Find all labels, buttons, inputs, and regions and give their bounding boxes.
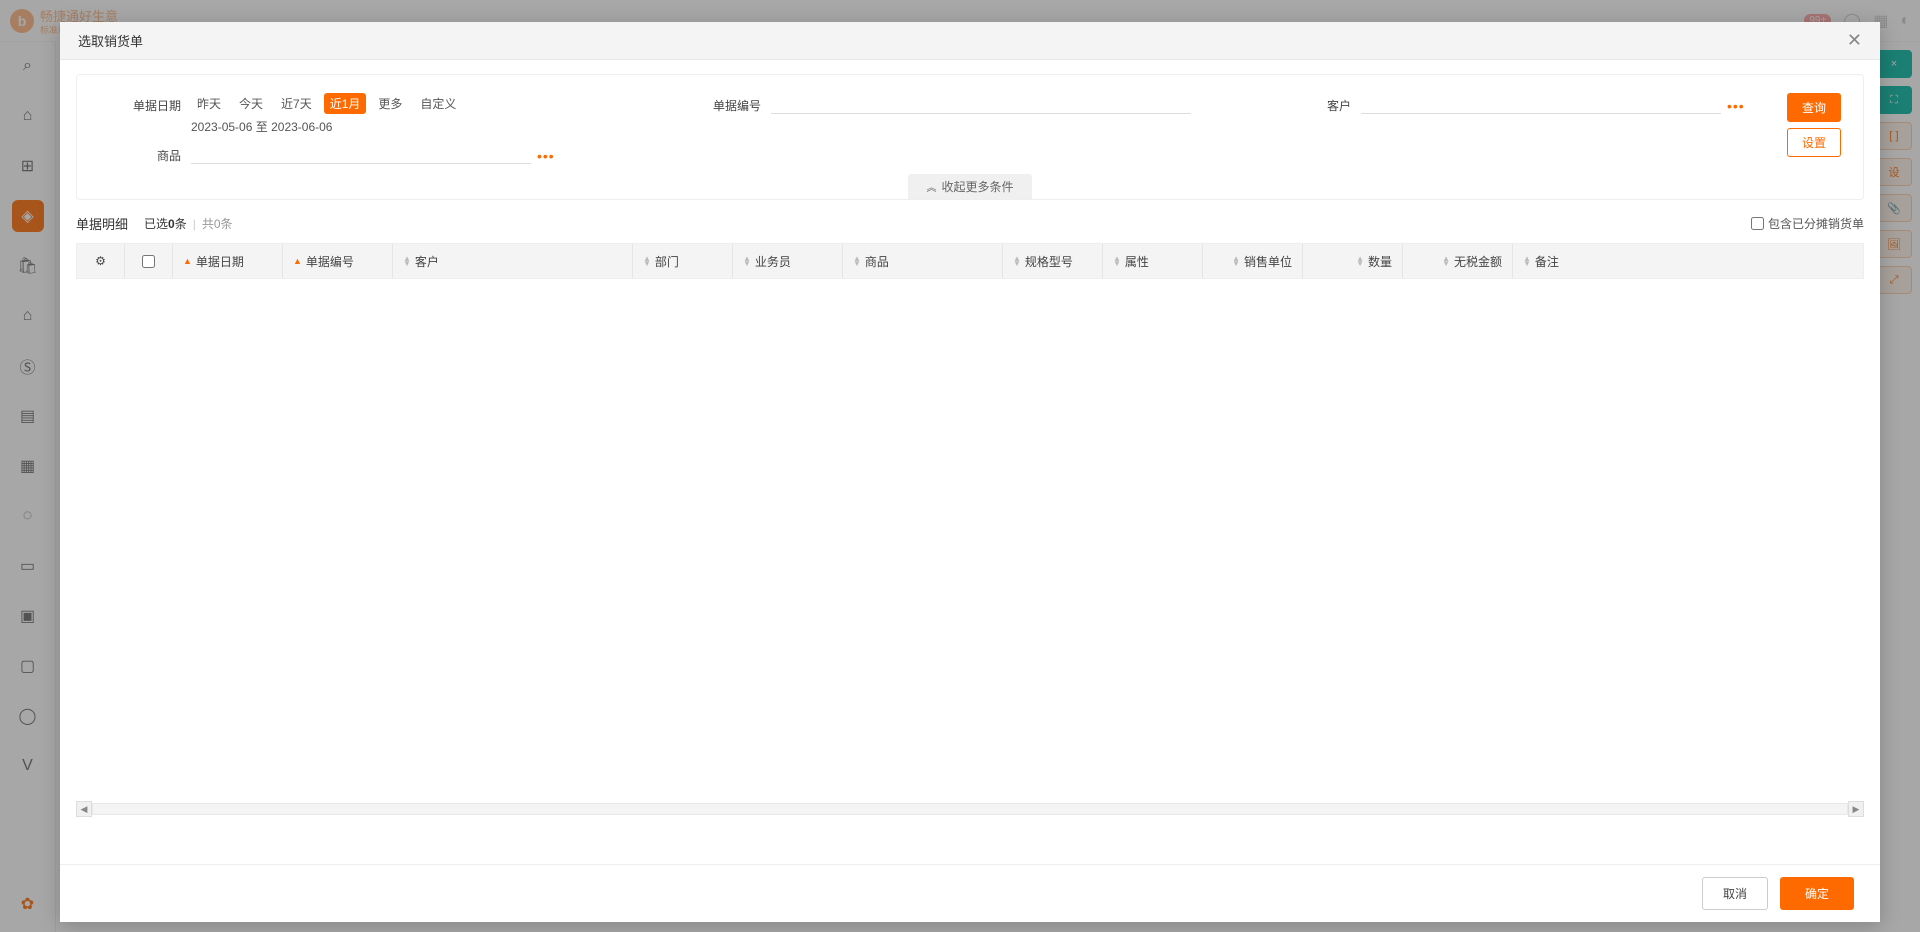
product-lookup-icon[interactable]: ••• <box>537 148 555 164</box>
col-label: 客户 <box>415 253 439 270</box>
col-header-11[interactable]: ▲▼ 备注 <box>1513 244 1853 278</box>
sep: | <box>193 217 196 231</box>
date-tab-yesterday[interactable]: 昨天 <box>191 93 227 114</box>
product-input[interactable] <box>191 143 531 164</box>
sort-icon: ▲▼ <box>643 256 651 266</box>
customer-label: 客户 <box>1273 93 1351 114</box>
sort-icon: ▲▼ <box>1232 256 1240 266</box>
scroll-right-icon[interactable]: ▶ <box>1848 801 1864 817</box>
cancel-button[interactable]: 取消 <box>1702 877 1768 910</box>
col-label: 属性 <box>1125 253 1149 270</box>
col-header-6[interactable]: ▲▼ 规格型号 <box>1003 244 1103 278</box>
col-label: 规格型号 <box>1025 253 1073 270</box>
col-label: 无税金额 <box>1454 253 1502 270</box>
sort-icon: ▲▼ <box>743 256 751 266</box>
col-header-4[interactable]: ▲▼ 业务员 <box>733 244 843 278</box>
col-label: 销售单位 <box>1244 253 1292 270</box>
include-split-label: 包含已分摊销货单 <box>1768 215 1864 232</box>
filter-panel: 单据日期 昨天 今天 近7天 近1月 更多 自定义 2023-05-06 至 <box>76 74 1864 200</box>
date-tab-custom[interactable]: 自定义 <box>414 93 462 114</box>
select-all-checkbox[interactable] <box>125 244 173 278</box>
modal-body: 单据日期 昨天 今天 近7天 近1月 更多 自定义 2023-05-06 至 <box>60 60 1880 864</box>
date-tab-today[interactable]: 今天 <box>233 93 269 114</box>
date-to: 2023-06-06 <box>271 120 332 134</box>
selected-count: 已选0条 <box>144 215 187 232</box>
col-header-2[interactable]: ▲▼ 客户 <box>393 244 633 278</box>
settings-button[interactable]: 设置 <box>1787 128 1841 157</box>
col-label: 部门 <box>655 253 679 270</box>
docno-label: 单据编号 <box>683 93 761 114</box>
sort-icon: ▲ <box>183 259 192 264</box>
total-count: 共0条 <box>202 215 233 232</box>
include-split-checkbox[interactable] <box>1751 217 1764 230</box>
product-label: 商品 <box>103 143 181 164</box>
sort-icon: ▲▼ <box>403 256 411 266</box>
col-header-7[interactable]: ▲▼ 属性 <box>1103 244 1203 278</box>
col-header-3[interactable]: ▲▼ 部门 <box>633 244 733 278</box>
query-button[interactable]: 查询 <box>1787 93 1841 122</box>
date-from: 2023-05-06 <box>191 120 252 134</box>
col-label: 业务员 <box>755 253 791 270</box>
collapse-more-filters[interactable]: ︽ 收起更多条件 <box>908 174 1031 199</box>
col-label: 单据编号 <box>306 253 354 270</box>
filter-actions: 查询 设置 <box>1787 93 1841 157</box>
date-tab-7days[interactable]: 近7天 <box>275 93 318 114</box>
sort-icon: ▲ <box>293 259 302 264</box>
customer-input[interactable] <box>1361 93 1721 114</box>
modal-header: 选取销货单 ✕ <box>60 22 1880 60</box>
column-settings-icon[interactable]: ⚙ <box>77 244 125 278</box>
col-header-10[interactable]: ▲▼ 无税金额 <box>1403 244 1513 278</box>
sort-icon: ▲▼ <box>1013 256 1021 266</box>
collapse-label: 收起更多条件 <box>941 178 1013 195</box>
detail-summary-bar: 单据明细 已选0条 | 共0条 包含已分摊销货单 <box>76 214 1864 233</box>
col-label: 备注 <box>1535 253 1559 270</box>
customer-lookup-icon[interactable]: ••• <box>1727 98 1745 114</box>
col-header-9[interactable]: ▲▼ 数量 <box>1303 244 1403 278</box>
detail-title: 单据明细 <box>76 214 128 233</box>
col-label: 商品 <box>865 253 889 270</box>
modal-footer: 取消 确定 <box>60 864 1880 922</box>
col-header-0[interactable]: ▲ 单据日期 <box>173 244 283 278</box>
scroll-track[interactable] <box>92 803 1848 815</box>
table-header: ⚙ ▲单据日期▲单据编号▲▼客户▲▼部门▲▼业务员▲▼商品▲▼规格型号▲▼属性▲… <box>76 243 1864 279</box>
sort-icon: ▲▼ <box>1113 256 1121 266</box>
date-label: 单据日期 <box>103 93 181 114</box>
close-icon[interactable]: ✕ <box>1847 30 1862 51</box>
scroll-left-icon[interactable]: ◀ <box>76 801 92 817</box>
col-header-1[interactable]: ▲ 单据编号 <box>283 244 393 278</box>
sort-icon: ▲▼ <box>1523 256 1531 266</box>
sort-icon: ▲▼ <box>853 256 861 266</box>
modal-title: 选取销货单 <box>78 31 143 50</box>
date-range-tabs: 昨天 今天 近7天 近1月 更多 自定义 <box>191 93 462 114</box>
confirm-button[interactable]: 确定 <box>1780 877 1854 910</box>
date-tab-1month[interactable]: 近1月 <box>324 93 367 114</box>
col-label: 数量 <box>1368 253 1392 270</box>
col-label: 单据日期 <box>196 253 244 270</box>
date-sep: 至 <box>256 120 268 134</box>
col-header-5[interactable]: ▲▼ 商品 <box>843 244 1003 278</box>
date-tab-more[interactable]: 更多 <box>372 93 408 114</box>
select-sales-order-modal: 选取销货单 ✕ 单据日期 昨天 今天 近7天 近1月 更多 自定义 <box>60 22 1880 922</box>
chevron-up-icon: ︽ <box>926 179 936 194</box>
sort-icon: ▲▼ <box>1356 256 1364 266</box>
docno-input[interactable] <box>771 93 1191 114</box>
col-header-8[interactable]: ▲▼ 销售单位 <box>1203 244 1303 278</box>
sort-icon: ▲▼ <box>1442 256 1450 266</box>
date-range-display: 2023-05-06 至 2023-06-06 <box>191 118 462 135</box>
horizontal-scrollbar[interactable]: ◀ ▶ <box>76 800 1864 818</box>
